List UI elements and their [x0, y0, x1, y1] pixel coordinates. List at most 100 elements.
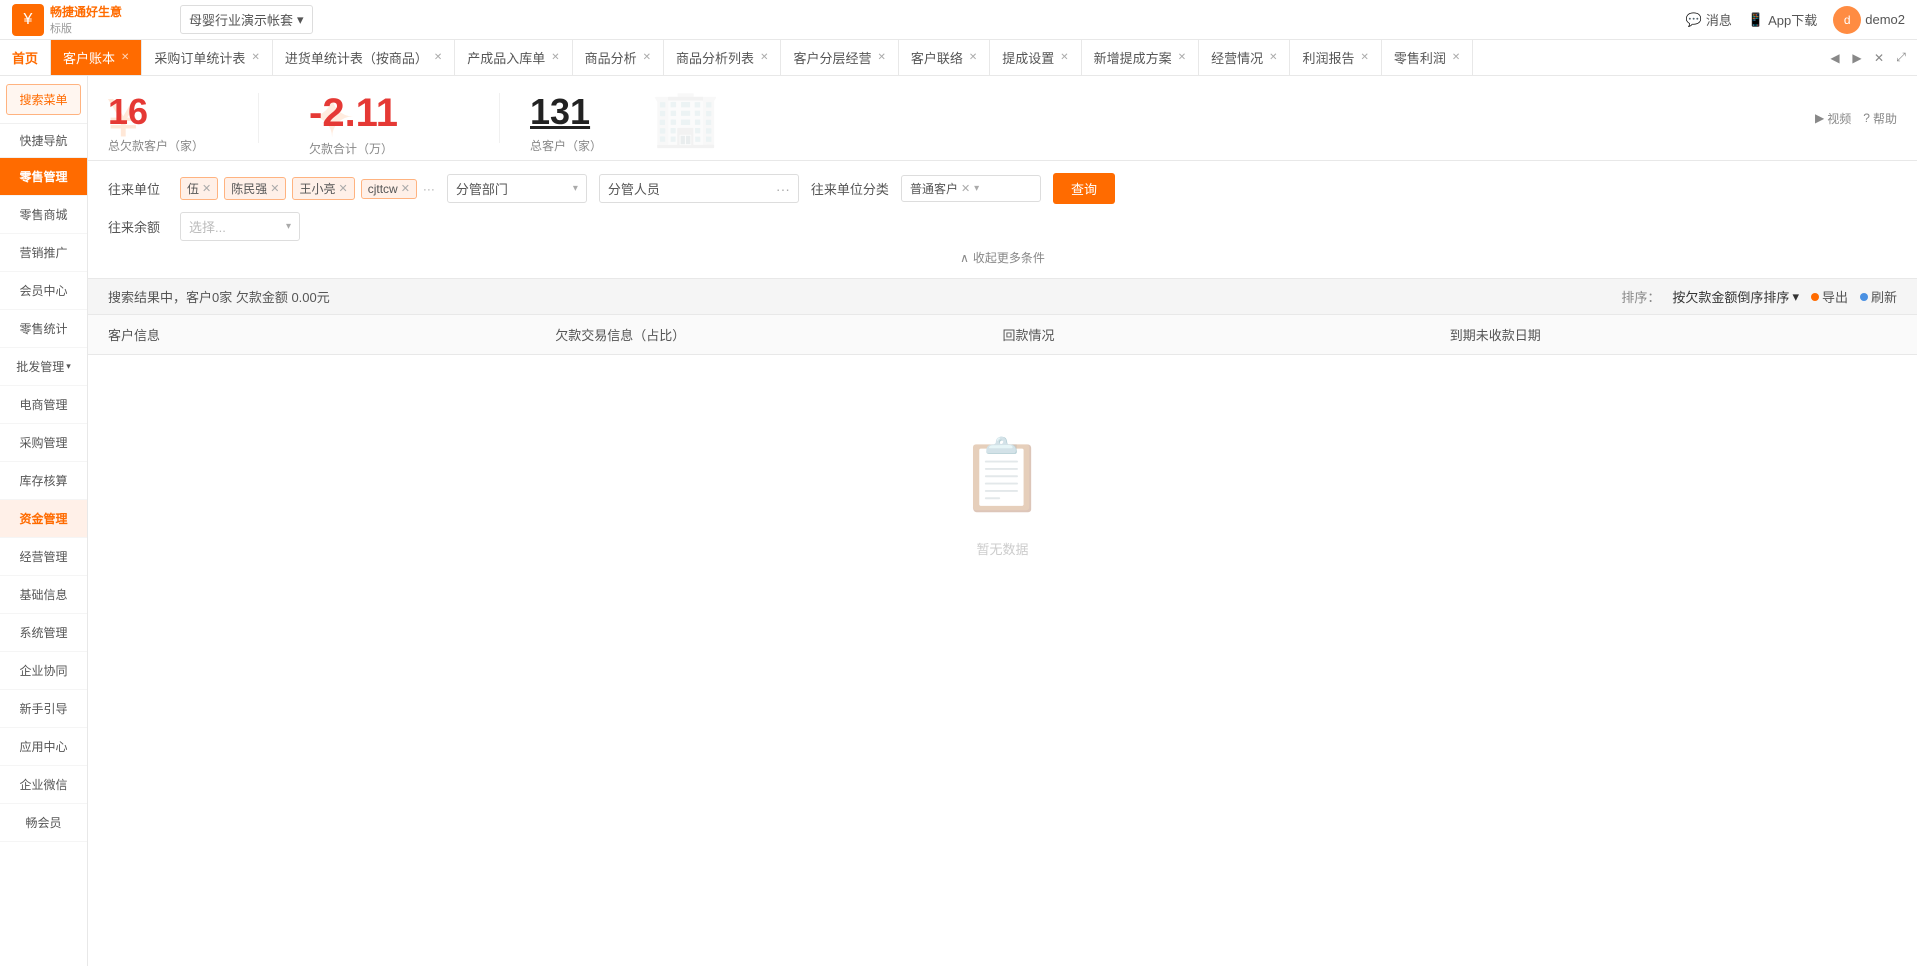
filter-tag-chen: 陈民强 ✕ [224, 177, 286, 200]
tab-product-inbound[interactable]: 产成品入库单 ✕ [455, 40, 572, 76]
tag-close-wu[interactable]: ✕ [202, 182, 211, 195]
sidebar-item-system[interactable]: 系统管理 [0, 614, 87, 652]
filter-more-tags[interactable]: ··· [423, 182, 435, 196]
tab-goods-stats[interactable]: 进货单统计表（按商品） ✕ [273, 40, 455, 76]
filter-unit-class-select[interactable]: 普通客户 ✕ ▾ [901, 175, 1041, 202]
search-menu-button[interactable]: 搜索菜单 [6, 84, 81, 115]
tab-close-icon[interactable]: ✕ [434, 52, 442, 63]
sidebar-item-app-center[interactable]: 应用中心 [0, 728, 87, 766]
collapse-filter-btn[interactable]: ∧ 收起更多条件 [960, 249, 1045, 266]
tab-goods-analysis[interactable]: 商品分析 ✕ [573, 40, 664, 76]
query-button[interactable]: 查询 [1053, 173, 1115, 204]
message-btn[interactable]: 💬 消息 [1686, 10, 1732, 29]
tab-customer-contact[interactable]: 客户联络 ✕ [899, 40, 990, 76]
top-bar: ¥ 畅捷通好生意 标版 母婴行业演示帐套 ▾ 💬 消息 📱 App下载 d de… [0, 0, 1917, 40]
col-debt-info: 欠款交易信息（占比） [555, 325, 1002, 344]
user-profile[interactable]: d demo2 [1833, 6, 1905, 34]
sidebar-item-operations[interactable]: 经营管理 [0, 538, 87, 576]
tab-new-commission[interactable]: 新增提成方案 ✕ [1082, 40, 1199, 76]
help-btn[interactable]: ? 帮助 [1863, 110, 1897, 127]
sidebar-item-base-info[interactable]: 基础信息 [0, 576, 87, 614]
filter-balance-label: 往来余额 [108, 217, 168, 236]
tab-expand[interactable]: ⤢ [1891, 48, 1911, 68]
filter-row-1: 往来单位 伍 ✕ 陈民强 ✕ 王小亮 ✕ cjttcw [108, 173, 1897, 204]
tab-close-icon[interactable]: ✕ [1178, 52, 1186, 63]
play-icon: ▶ [1815, 111, 1824, 125]
help-icon: ? [1863, 111, 1870, 125]
chevron-down-icon: ▾ [1792, 289, 1799, 305]
sidebar-item-enterprise-collab[interactable]: 企业协同 [0, 652, 87, 690]
tab-close-icon[interactable]: ✕ [760, 52, 768, 63]
tab-goods-analysis-list[interactable]: 商品分析列表 ✕ [664, 40, 781, 76]
video-btn[interactable]: ▶ 视频 [1815, 110, 1851, 127]
sidebar-item-wholesale[interactable]: 批发管理 ▾ [0, 348, 87, 386]
tag-close-cjttcw[interactable]: ✕ [401, 182, 410, 195]
filter-balance-select[interactable]: 选择... ▾ [180, 212, 300, 241]
tab-operation[interactable]: 经营情况 ✕ [1199, 40, 1290, 76]
tab-close-icon[interactable]: ✕ [1060, 52, 1068, 63]
filter-tag-wang: 王小亮 ✕ [292, 177, 354, 200]
sidebar-item-new-guide[interactable]: 新手引导 [0, 690, 87, 728]
stat3-area: 🏢 131 总客户（家） [530, 83, 730, 153]
tab-profit-report[interactable]: 利润报告 ✕ [1290, 40, 1381, 76]
stat-customers-number: 16 [108, 91, 228, 133]
ellipsis-icon[interactable]: ··· [776, 181, 790, 197]
tab-close-icon[interactable]: ✕ [121, 52, 129, 63]
tab-close-all[interactable]: ✕ [1869, 48, 1889, 68]
filter-tag-wu: 伍 ✕ [180, 177, 218, 200]
tab-commission-setting[interactable]: 提成设置 ✕ [990, 40, 1081, 76]
app-download-btn[interactable]: 📱 App下载 [1748, 10, 1817, 29]
filter-tag-cjttcw: cjttcw ✕ [361, 179, 417, 199]
sidebar-item-ecommerce[interactable]: 电商管理 [0, 386, 87, 424]
tab-customer-tier[interactable]: 客户分层经营 ✕ [781, 40, 898, 76]
tag-close-normal[interactable]: ✕ [961, 182, 970, 195]
sidebar: 搜索菜单 快捷导航 零售管理 零售商城 营销推广 会员中心 零售统计 批发管理 … [0, 76, 88, 966]
tab-close-icon[interactable]: ✕ [251, 52, 259, 63]
sidebar-item-retail-stats[interactable]: 零售统计 [0, 310, 87, 348]
tab-close-icon[interactable]: ✕ [969, 52, 977, 63]
sidebar-item-purchase[interactable]: 采购管理 [0, 424, 87, 462]
avatar: d [1833, 6, 1861, 34]
sidebar-item-retail-management[interactable]: 零售管理 [0, 158, 87, 196]
tag-close-chen[interactable]: ✕ [270, 182, 279, 195]
sidebar-item-member-center[interactable]: 会员中心 [0, 272, 87, 310]
sidebar-quick-nav[interactable]: 快捷导航 [0, 124, 87, 158]
stats-bar: ¥ 16 总欠款客户（家） ✦ -2.11 欠款合计（万） 🏢 [88, 76, 1917, 161]
message-icon: 💬 [1686, 12, 1702, 28]
sidebar-item-enterprise-wechat[interactable]: 企业微信 [0, 766, 87, 804]
sort-select[interactable]: 按欠款金额倒序排序 ▾ [1672, 287, 1799, 306]
sidebar-item-marketing[interactable]: 营销推广 [0, 234, 87, 272]
tab-close-icon[interactable]: ✕ [1452, 52, 1460, 63]
empty-text: 暂无数据 [976, 539, 1028, 558]
tab-retail-profit[interactable]: 零售利润 ✕ [1382, 40, 1473, 76]
tab-prev-arrow[interactable]: ◀ [1825, 48, 1845, 68]
export-btn[interactable]: 导出 [1811, 287, 1848, 306]
tab-close-icon[interactable]: ✕ [1361, 52, 1369, 63]
sidebar-item-chang-member[interactable]: 畅会员 [0, 804, 87, 842]
tab-close-icon[interactable]: ✕ [643, 52, 651, 63]
tab-close-icon[interactable]: ✕ [1269, 52, 1277, 63]
results-actions: 排序： 按欠款金额倒序排序 ▾ 导出 刷新 [1621, 287, 1897, 306]
filter-dept-select[interactable]: 分管部门 ▾ [447, 174, 587, 203]
sidebar-item-inventory[interactable]: 库存核算 [0, 462, 87, 500]
tag-close-wang[interactable]: ✕ [338, 182, 347, 195]
filter-row-2: 往来余额 选择... ▾ [108, 212, 1897, 241]
sidebar-item-finance[interactable]: 资金管理 [0, 500, 87, 538]
sidebar-item-retail-mall[interactable]: 零售商城 [0, 196, 87, 234]
stats-actions: ▶ 视频 ? 帮助 [1815, 110, 1897, 127]
main-layout: 搜索菜单 快捷导航 零售管理 零售商城 营销推广 会员中心 零售统计 批发管理 … [0, 76, 1917, 966]
tab-customer-account[interactable]: 客户账本 ✕ [51, 40, 142, 76]
tab-close-icon[interactable]: ✕ [877, 52, 885, 63]
phone-icon: 📱 [1748, 12, 1764, 28]
col-due-date: 到期未收款日期 [1450, 325, 1897, 344]
tab-next-arrow[interactable]: ▶ [1847, 48, 1867, 68]
filter-person-select[interactable]: 分管人员 ··· [599, 174, 799, 203]
refresh-btn[interactable]: 刷新 [1860, 287, 1897, 306]
tab-home[interactable]: 首页 [0, 40, 51, 76]
sort-label: 排序： [1621, 287, 1660, 306]
account-selector[interactable]: 母婴行业演示帐套 ▾ [180, 5, 313, 34]
filter-tag-normal-customer: 普通客户 ✕ [910, 180, 970, 197]
tab-purchase-order[interactable]: 采购订单统计表 ✕ [142, 40, 272, 76]
tab-close-icon[interactable]: ✕ [551, 52, 559, 63]
chevron-down-icon: ▾ [286, 221, 291, 232]
